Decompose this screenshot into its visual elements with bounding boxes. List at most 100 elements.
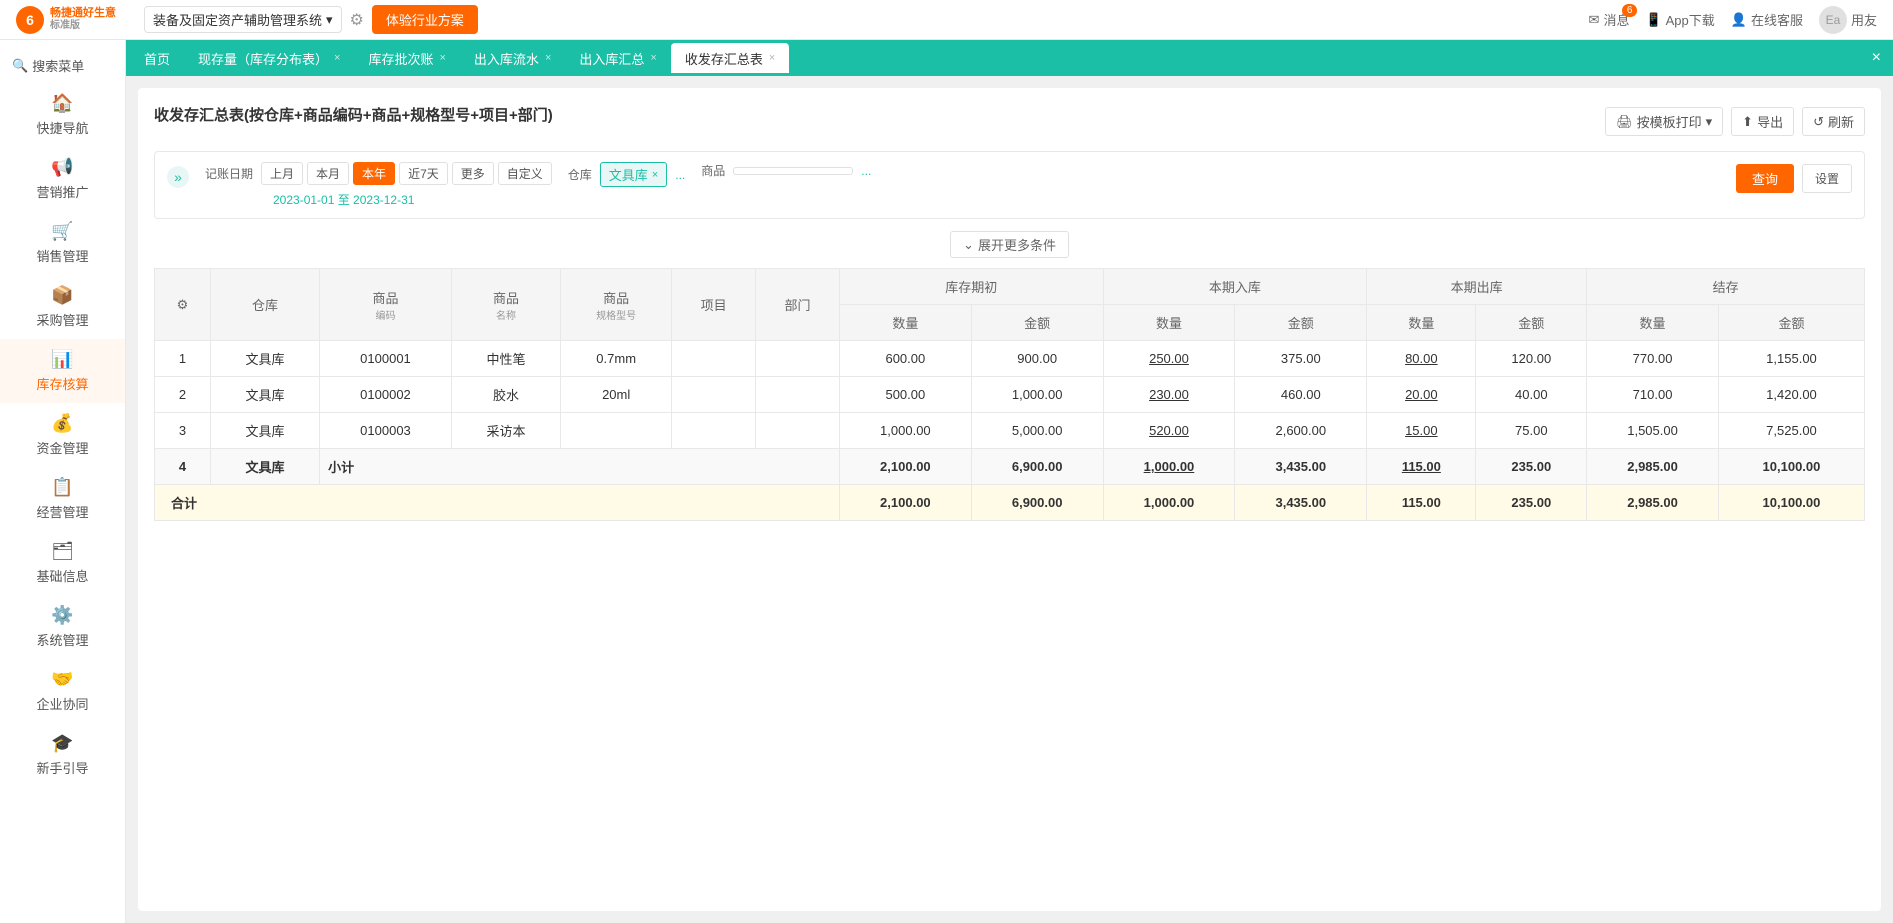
cell-no: 3: [155, 413, 211, 449]
query-button[interactable]: 查询: [1736, 164, 1794, 193]
cell-out-qty[interactable]: 20.00: [1367, 377, 1476, 413]
date-btn-last-month[interactable]: 上月: [261, 162, 303, 185]
app-download-btn[interactable]: 📱 App下载: [1645, 10, 1714, 29]
total-open-qty: 2,100.00: [839, 485, 971, 521]
cell-in-amt: 375.00: [1235, 341, 1367, 377]
th-period-in-group: 本期入库: [1103, 269, 1367, 305]
sidebar-item-search[interactable]: 🔍 搜索菜单: [0, 48, 125, 83]
cell-out-qty[interactable]: 15.00: [1367, 413, 1476, 449]
th-settings[interactable]: ⚙: [155, 269, 211, 341]
tab-in-out-summary[interactable]: 出入库汇总 ×: [565, 43, 670, 73]
tab-batch[interactable]: 库存批次账 ×: [354, 43, 459, 73]
print-btn[interactable]: 🖨 按模板打印 ▾: [1605, 107, 1723, 136]
tab-close-icon[interactable]: ×: [439, 52, 445, 64]
th-product-name: 商品名称: [451, 269, 560, 341]
warehouse-name: 文具库: [609, 165, 648, 184]
expand-more-button[interactable]: ⌄ 展开更多条件: [950, 231, 1069, 258]
cell-in-qty[interactable]: 520.00: [1103, 413, 1235, 449]
cell-in-amt: 2,600.00: [1235, 413, 1367, 449]
date-btn-this-year[interactable]: 本年: [353, 162, 395, 185]
sidebar-item-inventory[interactable]: 📊 库存核算: [0, 339, 125, 403]
tab-bar-close[interactable]: ×: [1864, 49, 1889, 67]
tab-stock-dist[interactable]: 现存量（库存分布表） ×: [184, 43, 354, 73]
data-table: ⚙ 仓库 商品编码 商品名称 商品规格型号 项目 部门 库存期初 本期入库 本期…: [154, 268, 1865, 521]
tab-label: 库存批次账: [368, 49, 433, 68]
cell-name: 采访本: [451, 413, 560, 449]
cell-out-amt: 120.00: [1476, 341, 1587, 377]
sidebar-item-basics[interactable]: 🗂 基础信息: [0, 531, 125, 595]
total-out-qty: 115.00: [1367, 485, 1476, 521]
cell-in-qty[interactable]: 250.00: [1103, 341, 1235, 377]
settings-icon[interactable]: ⚙: [350, 10, 364, 30]
message-btn[interactable]: ✉ 消息 6: [1589, 10, 1630, 29]
settings-button[interactable]: 设置: [1802, 164, 1852, 193]
date-btn-this-month[interactable]: 本月: [307, 162, 349, 185]
chart-icon: 📊: [51, 349, 73, 370]
tab-label: 出入库汇总: [579, 49, 644, 68]
sidebar-item-purchase[interactable]: 📦 采购管理: [0, 275, 125, 339]
total-in-qty: 1,000.00: [1103, 485, 1235, 521]
sidebar-item-guide[interactable]: 🎓 新手引导: [0, 723, 125, 787]
cell-no: 2: [155, 377, 211, 413]
cell-close-amt: 7,525.00: [1718, 413, 1864, 449]
tab-home[interactable]: 首页: [130, 43, 184, 73]
cell-department: [756, 413, 840, 449]
product-input[interactable]: [733, 167, 853, 175]
sidebar-item-label: 资金管理: [36, 438, 88, 457]
tab-close-icon[interactable]: ×: [545, 52, 551, 64]
sidebar-item-quick-nav[interactable]: 🏠 快捷导航: [0, 83, 125, 147]
cell-project: [672, 377, 756, 413]
service-btn[interactable]: 👤 在线客服: [1731, 10, 1803, 29]
product-more-btn[interactable]: ...: [861, 164, 871, 178]
tab-close-icon[interactable]: ×: [769, 52, 775, 64]
refresh-btn[interactable]: ↺ 刷新: [1802, 107, 1865, 136]
cell-out-qty[interactable]: 80.00: [1367, 341, 1476, 377]
table-row: 1 文具库 0100001 中性笔 0.7mm 600.00 900.00 25…: [155, 341, 1865, 377]
cell-open-qty: 600.00: [839, 341, 971, 377]
cell-name: 胶水: [451, 377, 560, 413]
date-btn-more[interactable]: 更多: [452, 162, 494, 185]
message-badge: 6: [1622, 4, 1638, 17]
sidebar-item-marketing[interactable]: 📢 营销推广: [0, 147, 125, 211]
cell-warehouse: 文具库: [210, 413, 319, 449]
cell-in-amt: 460.00: [1235, 377, 1367, 413]
filter-group-warehouse: 仓库 文具库 × ...: [568, 162, 685, 187]
header-right: ✉ 消息 6 📱 App下载 👤 在线客服 Ea 用友: [1589, 6, 1877, 34]
tab-recv-send-summary[interactable]: 收发存汇总表 ×: [671, 43, 789, 73]
sidebar-item-sales[interactable]: 🛒 销售管理: [0, 211, 125, 275]
sidebar-item-system[interactable]: ⚙️ 系统管理: [0, 595, 125, 659]
sidebar-item-finance[interactable]: 💰 资金管理: [0, 403, 125, 467]
cell-in-qty[interactable]: 230.00: [1103, 377, 1235, 413]
subtotal-label: 小计: [320, 449, 840, 485]
refresh-label: 刷新: [1828, 112, 1854, 131]
export-btn[interactable]: ⬆ 导出: [1731, 107, 1794, 136]
tab-in-out-flow[interactable]: 出入库流水 ×: [460, 43, 565, 73]
user-btn[interactable]: Ea 用友: [1819, 6, 1877, 34]
warehouse-remove-icon[interactable]: ×: [652, 169, 658, 181]
th-open-amt: 金额: [971, 305, 1103, 341]
sidebar-item-collab[interactable]: 🤝 企业协同: [0, 659, 125, 723]
th-in-amt: 金额: [1235, 305, 1367, 341]
sidebar-item-operations[interactable]: 📋 经营管理: [0, 467, 125, 531]
tab-close-icon[interactable]: ×: [650, 52, 656, 64]
warehouse-filter-label: 仓库: [568, 166, 592, 183]
tab-close-icon[interactable]: ×: [334, 52, 340, 64]
warehouse-more-btn[interactable]: ...: [675, 168, 685, 182]
date-btn-7days[interactable]: 近7天: [399, 162, 448, 185]
total-label: 合计: [155, 485, 840, 521]
th-period-out-group: 本期出库: [1367, 269, 1587, 305]
filter-expand-btn[interactable]: »: [167, 166, 189, 188]
cell-spec: 20ml: [561, 377, 672, 413]
cell-name: 中性笔: [451, 341, 560, 377]
total-out-amt: 235.00: [1476, 485, 1587, 521]
table-row: 3 文具库 0100003 采访本 1,000.00 5,000.00 520.…: [155, 413, 1865, 449]
expand-more-row: ⌄ 展开更多条件: [154, 231, 1865, 258]
money-icon: 💰: [51, 413, 73, 434]
main-layout: 🔍 搜索菜单 🏠 快捷导航 📢 营销推广 🛒 销售管理 📦 采购管理 📊 库存核…: [0, 40, 1893, 923]
sidebar-item-label: 快捷导航: [36, 118, 88, 137]
experience-button[interactable]: 体验行业方案: [372, 5, 478, 34]
export-label: 导出: [1757, 112, 1783, 131]
date-btn-custom[interactable]: 自定义: [498, 162, 552, 185]
chevron-down-icon: ▾: [1706, 114, 1713, 130]
system-select[interactable]: 装备及固定资产辅助管理系统 ▾: [144, 6, 342, 33]
